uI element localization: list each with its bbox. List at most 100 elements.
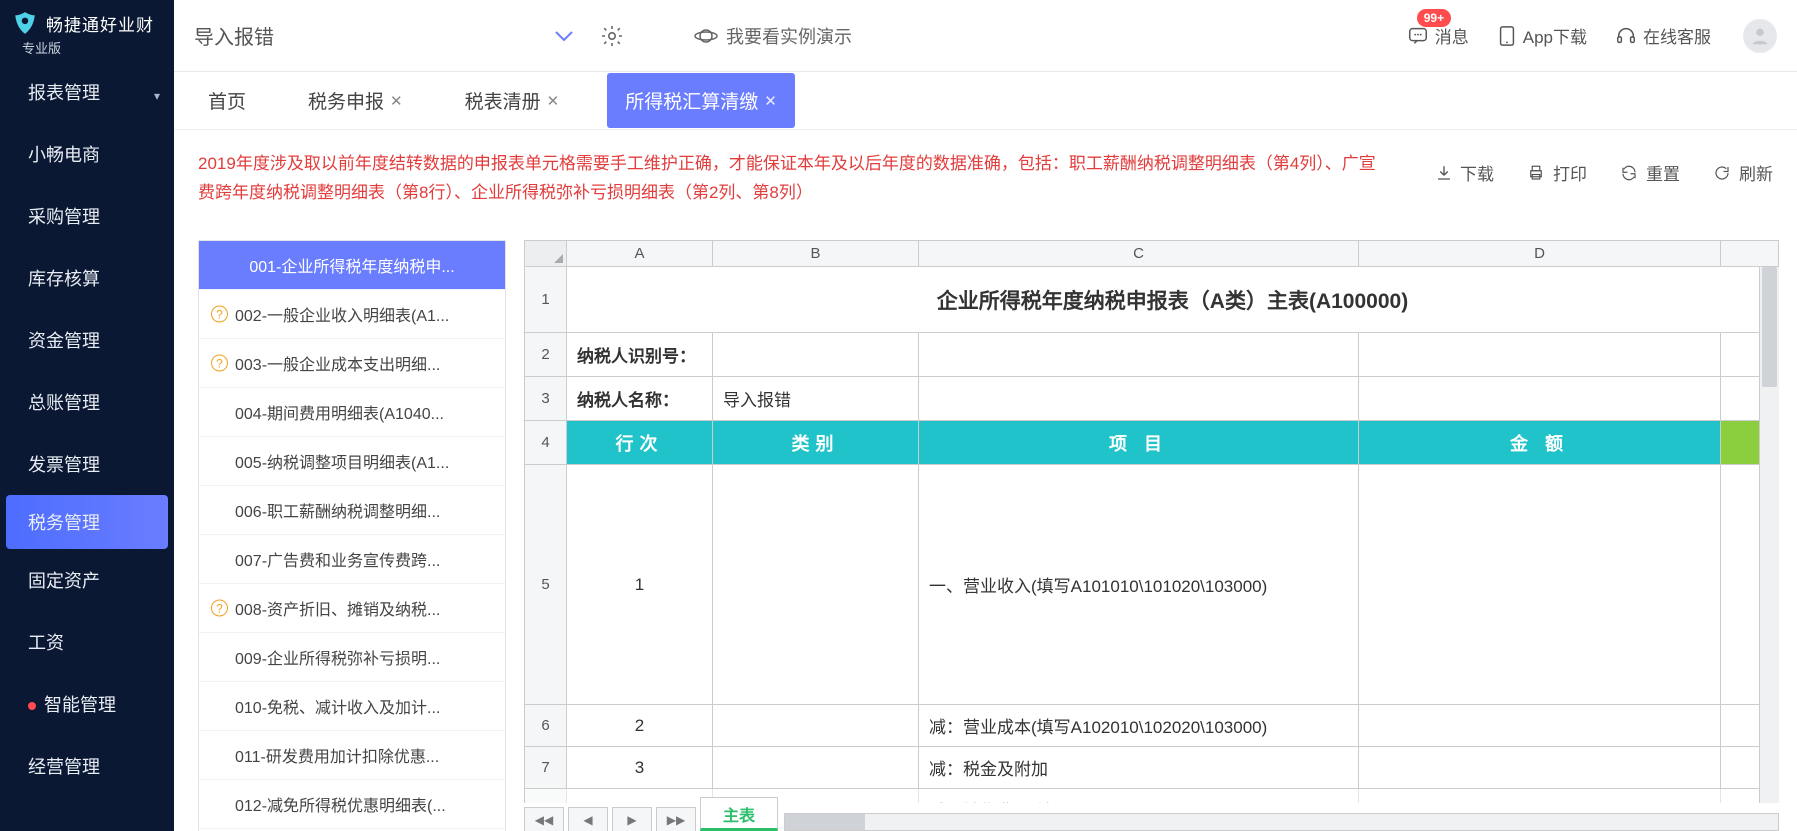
row-header[interactable]: 4 (525, 421, 567, 464)
header-cell[interactable]: 类别 (713, 421, 919, 464)
messages-badge: 99+ (1417, 9, 1451, 27)
col-header[interactable]: C (919, 241, 1359, 266)
help-icon: ? (211, 600, 228, 617)
cell[interactable]: 导入报错 (713, 377, 919, 420)
sidebar-item[interactable]: 固定资产 (0, 549, 174, 611)
cell[interactable]: 2 (567, 705, 713, 746)
sheet-nav-last-icon[interactable]: ▶▶ (656, 807, 696, 831)
sidebar-item[interactable]: 工资 (0, 611, 174, 673)
sidebar-item[interactable]: 智能管理 (0, 673, 174, 735)
tab[interactable]: 所得税汇算清缴✕ (607, 73, 795, 128)
sidebar-item[interactable]: 报表管理▾ (0, 69, 174, 123)
tab[interactable]: 税表清册✕ (451, 75, 574, 126)
tab[interactable]: 首页 (194, 75, 260, 126)
app-download-button[interactable]: App下载 (1497, 23, 1587, 48)
form-list-item[interactable]: 004-期间费用明细表(A1040... (199, 388, 505, 437)
print-button[interactable]: 打印 (1526, 160, 1587, 185)
sheet-title[interactable]: 企业所得税年度纳税申报表（A类）主表(A100000) (567, 267, 1779, 332)
form-list-item[interactable]: 001-企业所得税年度纳税申... (199, 241, 505, 290)
col-header[interactable]: A (567, 241, 713, 266)
breadcrumb: 导入报错 (194, 21, 274, 50)
row-header[interactable]: 5 (525, 465, 567, 704)
col-header[interactable]: B (713, 241, 919, 266)
sidebar-item[interactable]: 经营管理 (0, 735, 174, 797)
close-icon[interactable]: ✕ (764, 92, 777, 110)
messages-button[interactable]: 99+ 消息 (1407, 23, 1469, 48)
close-icon[interactable]: ✕ (547, 92, 560, 110)
form-list-label: 005-纳税调整项目明细表(A1... (235, 455, 449, 472)
breadcrumb-chevron-icon[interactable] (554, 29, 574, 43)
support-button[interactable]: 在线客服 (1615, 23, 1711, 48)
cell[interactable] (1359, 747, 1721, 788)
refresh-icon (1712, 164, 1732, 182)
sidebar-item[interactable]: 资金管理 (0, 309, 174, 371)
sheet-nav-prev-icon[interactable]: ◀ (568, 807, 608, 831)
cell[interactable] (713, 465, 919, 704)
cell[interactable] (713, 333, 919, 376)
form-list-item[interactable]: ?003-一般企业成本支出明细... (199, 339, 505, 388)
sidebar-item[interactable]: 库存核算 (0, 247, 174, 309)
header-cell[interactable]: 项 目 (919, 421, 1359, 464)
reset-button[interactable]: 重置 (1619, 160, 1680, 185)
form-list-item[interactable]: 005-纳税调整项目明细表(A1... (199, 437, 505, 486)
form-list-item[interactable]: 011-研发费用加计扣除优惠... (199, 731, 505, 780)
cell[interactable]: 减：营业成本(填写A102010\102020\103000) (919, 705, 1359, 746)
sidebar-item[interactable]: 发票管理 (0, 433, 174, 495)
cell[interactable] (713, 747, 919, 788)
header-cell[interactable]: 金 额 (1359, 421, 1721, 464)
help-icon: ? (211, 355, 228, 372)
horizontstyle-scrollbar[interactable] (784, 813, 1779, 831)
cell[interactable] (919, 333, 1359, 376)
cell[interactable]: 一、营业收入(填写A101010\101020\103000) (919, 465, 1359, 704)
scrollbar-thumb[interactable] (1762, 267, 1777, 387)
sidebar-item[interactable]: 总账管理 (0, 371, 174, 433)
cell[interactable] (1359, 465, 1721, 704)
row-header[interactable]: 2 (525, 333, 567, 376)
close-icon[interactable]: ✕ (390, 92, 403, 110)
cell[interactable] (713, 705, 919, 746)
row-header[interactable]: 3 (525, 377, 567, 420)
sidebar-item-label: 资金管理 (28, 331, 100, 351)
grid-body: 1 企业所得税年度纳税申报表（A类）主表(A100000) 2 纳税人识别号： … (525, 267, 1779, 831)
col-header[interactable] (1721, 241, 1779, 266)
header-cell[interactable]: 行次 (567, 421, 713, 464)
scrollbar-thumb[interactable] (785, 814, 865, 830)
form-list-item[interactable]: ?008-资产折旧、摊销及纳税... (199, 584, 505, 633)
tab[interactable]: 税务申报✕ (294, 75, 417, 126)
avatar[interactable] (1743, 19, 1777, 53)
sidebar-item[interactable]: 小畅电商 (0, 123, 174, 185)
form-list-item[interactable]: 010-免税、减计收入及加计... (199, 682, 505, 731)
download-button[interactable]: 下载 (1435, 160, 1494, 185)
form-list-item[interactable]: ?002-一般企业收入明细表(A1... (199, 290, 505, 339)
cell[interactable]: 纳税人识别号： (567, 333, 713, 376)
settings-gear-icon[interactable] (600, 24, 624, 48)
form-list-item[interactable]: 007-广告费和业务宣传费跨... (199, 535, 505, 584)
notice-text: 2019年度涉及取以前年度结转数据的申报表单元格需要手工维护正确，才能保证本年及… (198, 150, 1388, 208)
form-list-item[interactable]: 012-减免所得税优惠明细表(... (199, 780, 505, 829)
vertical-scrollbar[interactable] (1759, 267, 1779, 803)
col-header[interactable]: D (1359, 241, 1721, 266)
form-list-item[interactable]: 009-企业所得税弥补亏损明... (199, 633, 505, 682)
demo-link[interactable]: 我要看实例演示 (694, 23, 852, 49)
sheet-tab[interactable]: 主表 (700, 797, 778, 831)
sidebar-item[interactable]: 采购管理 (0, 185, 174, 247)
cell[interactable]: 纳税人名称： (567, 377, 713, 420)
select-all-corner[interactable] (525, 241, 567, 266)
chevron-down-icon: ▾ (154, 89, 160, 103)
refresh-button[interactable]: 刷新 (1712, 160, 1773, 185)
row-header[interactable]: 1 (525, 267, 567, 332)
sheet-nav-first-icon[interactable]: ◀◀ (524, 807, 564, 831)
sidebar-item[interactable]: 税务管理 (6, 495, 168, 549)
cell[interactable]: 3 (567, 747, 713, 788)
cell[interactable]: 1 (567, 465, 713, 704)
cell[interactable] (1359, 377, 1721, 420)
cell[interactable] (1359, 333, 1721, 376)
form-list-item[interactable]: 006-职工薪酬纳税调整明细... (199, 486, 505, 535)
sheet-nav-next-icon[interactable]: ▶ (612, 807, 652, 831)
cell[interactable] (919, 377, 1359, 420)
row-header[interactable]: 7 (525, 747, 567, 788)
cell[interactable] (1359, 705, 1721, 746)
sheet-footer: ◀◀ ◀ ▶ ▶▶ 主表 (524, 803, 1779, 831)
row-header[interactable]: 6 (525, 705, 567, 746)
cell[interactable]: 减：税金及附加 (919, 747, 1359, 788)
